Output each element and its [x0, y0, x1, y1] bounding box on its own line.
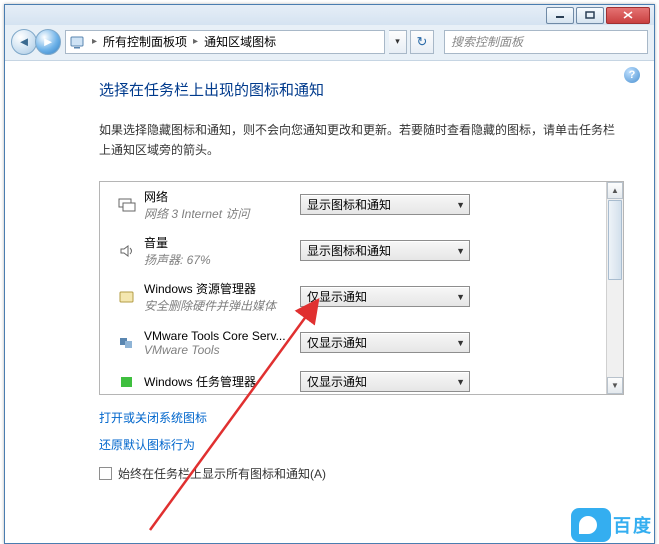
- vmware-icon: [116, 335, 138, 351]
- list-item: Windows 资源管理器安全删除硬件并弹出媒体 仅显示通知▼: [100, 274, 605, 320]
- chevron-down-icon: ▼: [456, 246, 465, 256]
- back-button[interactable]: ◄: [11, 29, 37, 55]
- address-dropdown[interactable]: ▾: [389, 30, 407, 54]
- help-icon[interactable]: ?: [624, 67, 640, 83]
- behavior-dropdown[interactable]: 显示图标和通知▼: [300, 240, 470, 261]
- item-title: 音量: [144, 234, 300, 251]
- watermark: 百度: [571, 508, 653, 542]
- item-subtitle: 安全删除硬件并弹出媒体: [144, 297, 300, 314]
- list-item: 网络网络 3 Internet 访问 显示图标和通知▼: [100, 182, 605, 228]
- scroll-down-button[interactable]: ▼: [607, 377, 623, 394]
- chevron-right-icon: ▸: [92, 36, 97, 47]
- chevron-down-icon: ▼: [456, 200, 465, 210]
- item-subtitle: 扬声器: 67%: [144, 251, 300, 268]
- chevron-down-icon: ▼: [456, 338, 465, 348]
- chevron-right-icon: ▸: [193, 36, 198, 47]
- maximize-button[interactable]: [576, 7, 604, 24]
- list-item: VMware Tools Core Serv...VMware Tools 仅显…: [100, 320, 605, 366]
- scroll-up-button[interactable]: ▲: [607, 182, 623, 199]
- item-title: VMware Tools Core Serv...: [144, 329, 300, 343]
- address-bar[interactable]: ▸ 所有控制面板项 ▸ 通知区域图标: [65, 30, 385, 54]
- forward-button[interactable]: ►: [35, 29, 61, 55]
- navigation-row: ◄ ► ▸ 所有控制面板项 ▸ 通知区域图标 ▾ ↻ 搜索控制面板: [5, 25, 654, 58]
- search-input[interactable]: 搜索控制面板: [444, 30, 648, 54]
- system-icons-link[interactable]: 打开或关闭系统图标: [99, 409, 624, 426]
- always-show-label: 始终在任务栏上显示所有图标和通知(A): [118, 465, 326, 482]
- restore-defaults-link[interactable]: 还原默认图标行为: [99, 436, 624, 453]
- explorer-icon: [116, 289, 138, 305]
- network-icon: [116, 197, 138, 213]
- control-panel-icon: [70, 35, 86, 49]
- scrollbar[interactable]: ▲ ▼: [606, 182, 623, 394]
- watermark-icon: [571, 508, 611, 542]
- window-frame: ◄ ► ▸ 所有控制面板项 ▸ 通知区域图标 ▾ ↻ 搜索控制面板 ? 选择在任…: [4, 4, 655, 544]
- behavior-dropdown[interactable]: 仅显示通知▼: [300, 371, 470, 392]
- behavior-dropdown[interactable]: 仅显示通知▼: [300, 332, 470, 353]
- page-heading: 选择在任务栏上出现的图标和通知: [99, 79, 624, 100]
- item-subtitle: VMware Tools: [144, 343, 300, 357]
- volume-icon: [116, 243, 138, 259]
- item-title: 网络: [144, 188, 300, 205]
- content-pane: ? 选择在任务栏上出现的图标和通知 如果选择隐藏图标和通知，则不会向您通知更改和…: [5, 60, 654, 543]
- item-subtitle: 网络 3 Internet 访问: [144, 205, 300, 222]
- behavior-dropdown[interactable]: 仅显示通知▼: [300, 286, 470, 307]
- always-show-row: 始终在任务栏上显示所有图标和通知(A): [99, 465, 624, 482]
- behavior-dropdown[interactable]: 显示图标和通知▼: [300, 194, 470, 215]
- titlebar: [5, 5, 654, 25]
- always-show-checkbox[interactable]: [99, 467, 112, 480]
- item-title: Windows 任务管理器: [144, 373, 300, 390]
- minimize-button[interactable]: [546, 7, 574, 24]
- list-item: Windows 任务管理器 仅显示通知▼: [100, 366, 605, 394]
- list-item: 音量扬声器: 67% 显示图标和通知▼: [100, 228, 605, 274]
- close-button[interactable]: [606, 7, 650, 24]
- refresh-button[interactable]: ↻: [410, 30, 434, 54]
- page-description: 如果选择隐藏图标和通知，则不会向您通知更改和更新。若要随时查看隐藏的图标，请单击…: [99, 120, 624, 161]
- icon-list: 网络网络 3 Internet 访问 显示图标和通知▼ 音量扬声器: 67% 显…: [99, 181, 624, 395]
- breadcrumb-level1[interactable]: 所有控制面板项: [103, 33, 187, 50]
- item-title: Windows 资源管理器: [144, 280, 300, 297]
- watermark-text: 百度: [613, 512, 653, 538]
- chevron-down-icon: ▼: [456, 377, 465, 387]
- scroll-thumb[interactable]: [608, 200, 622, 280]
- chevron-down-icon: ▼: [456, 292, 465, 302]
- taskmgr-icon: [116, 374, 138, 390]
- breadcrumb-level2[interactable]: 通知区域图标: [204, 33, 276, 50]
